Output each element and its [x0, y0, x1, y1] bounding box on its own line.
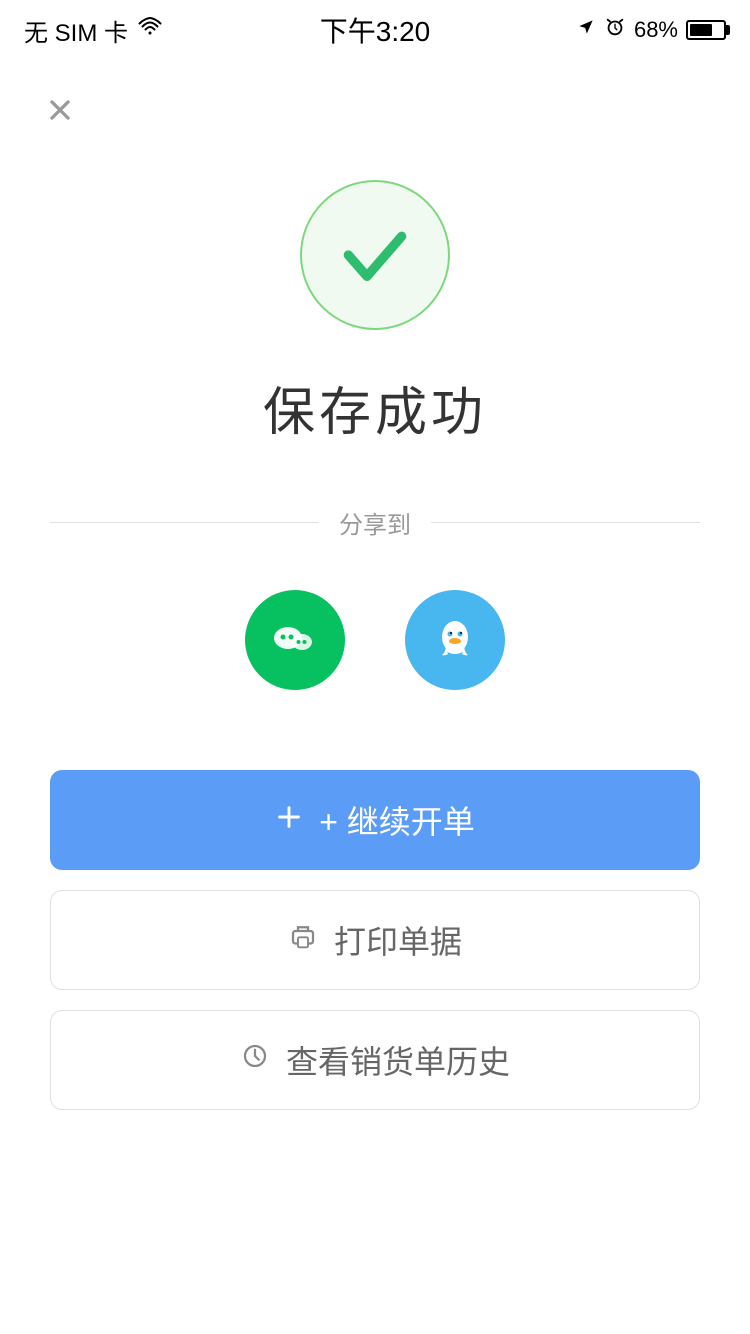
print-button[interactable]: 打印单据 — [50, 890, 700, 990]
status-bar: 无 SIM 卡 下午3:20 68% — [0, 0, 750, 60]
history-button[interactable]: 查看销货单历史 — [50, 1010, 700, 1110]
battery-percentage: 68% — [634, 17, 678, 43]
status-right: 68% — [576, 16, 726, 44]
wifi-icon — [138, 15, 162, 46]
success-icon-circle — [300, 180, 450, 330]
carrier-text: 无 SIM 卡 — [24, 13, 128, 48]
history-label: 查看销货单历史 — [286, 1037, 510, 1083]
success-title: 保存成功 — [263, 370, 487, 445]
continue-label: + 继续开单 — [319, 797, 475, 843]
buttons-area: + 继续开单 打印单据 查看销货单历史 — [50, 770, 700, 1110]
location-icon — [576, 17, 596, 43]
history-icon — [240, 1041, 270, 1079]
share-icons-row — [245, 590, 505, 690]
battery-icon — [686, 20, 726, 40]
close-button[interactable] — [30, 80, 90, 140]
qq-icon — [426, 611, 484, 669]
status-left: 无 SIM 卡 — [24, 13, 162, 48]
divider-line-right — [431, 522, 700, 523]
main-content: 保存成功 分享到 — [0, 140, 750, 1334]
divider-line-left — [50, 522, 319, 523]
share-divider: 分享到 — [50, 505, 700, 540]
status-time: 下午3:20 — [320, 10, 431, 50]
qq-share-button[interactable] — [405, 590, 505, 690]
alarm-icon — [604, 16, 626, 44]
wechat-icon — [266, 611, 324, 669]
plus-icon — [275, 802, 303, 839]
share-label: 分享到 — [339, 505, 411, 540]
check-icon — [335, 215, 415, 295]
print-label: 打印单据 — [334, 917, 462, 963]
wechat-share-button[interactable] — [245, 590, 345, 690]
continue-button[interactable]: + 继续开单 — [50, 770, 700, 870]
print-icon — [288, 921, 318, 959]
